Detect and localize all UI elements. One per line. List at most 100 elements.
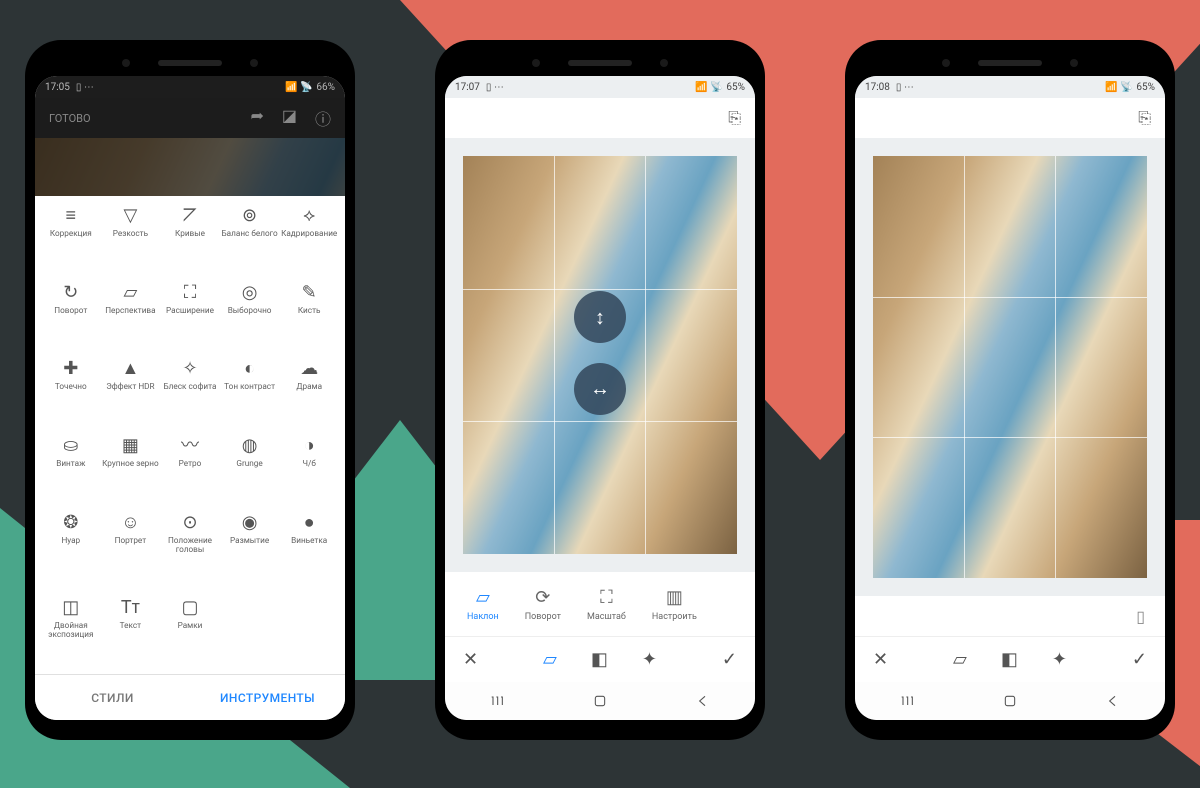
text-icon: Tᴛ xyxy=(121,598,140,618)
tool-blur[interactable]: ◉Размытие xyxy=(220,513,280,589)
perspective-icon[interactable]: ▱ xyxy=(543,649,557,670)
fill-icon[interactable]: ◧ xyxy=(591,649,608,670)
perspective-tab-label: Масштаб xyxy=(587,612,626,622)
brush-icon: ✎ xyxy=(302,283,317,303)
tool-balance[interactable]: ⊚Баланс белого xyxy=(220,206,280,273)
dexp-icon: ◫ xyxy=(62,598,79,618)
perspective-tab-3[interactable]: ▥Настроить xyxy=(652,587,697,622)
crop-grid xyxy=(873,156,1147,578)
phone-perspective-adjust: 17:07 ▯ ⋯ 📶 📡 65% ↕ xyxy=(435,40,765,740)
status-icons-left: ▯ ⋯ xyxy=(76,82,94,93)
tool-crop[interactable]: ⟡Кадрирование xyxy=(279,206,339,273)
perspective-tab-1[interactable]: ⟳Поворот xyxy=(525,587,561,622)
tool-label: Драма xyxy=(296,383,322,392)
battery-text: 66% xyxy=(316,82,335,93)
tool-label: Резкость xyxy=(113,230,148,239)
tab-styles[interactable]: СТИЛИ xyxy=(35,675,190,720)
sliders-icon: ≡ xyxy=(66,206,77,226)
info-icon[interactable]: ⓘ xyxy=(315,106,331,130)
crop-grid xyxy=(463,156,737,554)
tonal-icon: ◐ xyxy=(244,359,255,379)
nav-recents[interactable] xyxy=(489,693,505,709)
tool-glamour[interactable]: ✧Блеск софита xyxy=(160,359,220,426)
nav-back[interactable] xyxy=(1105,693,1121,709)
status-bar: 17:05 ▯ ⋯ 📶 📡 66% xyxy=(35,76,345,98)
drama-icon: ☁ xyxy=(300,359,318,379)
tool-grain[interactable]: ▦Крупное зерно xyxy=(101,436,161,503)
tool-triangle[interactable]: ▽Резкость xyxy=(101,206,161,273)
tools-sheet: ≡ Коррекция ▽Резкость⦢Кривые⊚Баланс белого… xyxy=(35,196,345,720)
frame-icon: ▢ xyxy=(181,598,198,618)
phone-tools-sheet: 17:05 ▯ ⋯ 📶 📡 66% ГОТОВО ➦ ◪ ⓘ xyxy=(25,40,355,740)
image-preview[interactable] xyxy=(855,138,1165,596)
status-icons-right: 📶 📡 xyxy=(695,82,722,93)
tool-bw[interactable]: ◑Ч/б xyxy=(279,436,339,503)
tool-vignette[interactable]: ●Виньетка xyxy=(279,513,339,589)
bookmark-icon[interactable]: ▯ xyxy=(1136,607,1145,626)
fill-icon[interactable]: ◧ xyxy=(1001,649,1018,670)
tool-label: Кисть xyxy=(298,307,321,316)
sheet-tabs: СТИЛИ ИНСТРУМЕНТЫ xyxy=(35,674,345,720)
tool-frame[interactable]: ▢Рамки xyxy=(160,598,220,674)
tool-dexp[interactable]: ◫Двойная экспозиция xyxy=(41,598,101,674)
perspective-tab-0[interactable]: ▱ Наклон xyxy=(467,587,499,622)
nav-back[interactable] xyxy=(695,693,711,709)
perspective-tab-icon: ⟳ xyxy=(535,587,550,608)
tilt-horizontal-handle[interactable]: ↔ xyxy=(574,363,626,415)
nav-home[interactable] xyxy=(592,693,608,709)
cancel-button[interactable]: ✕ xyxy=(873,649,888,670)
compare-icon[interactable] xyxy=(1138,108,1151,128)
tool-vintage[interactable]: ⛀Винтаж xyxy=(41,436,101,503)
perspective-icon[interactable]: ▱ xyxy=(953,649,967,670)
tool-target[interactable]: ◎Выборочно xyxy=(220,283,280,350)
tool-expand[interactable]: ⛶Расширение xyxy=(160,283,220,350)
tool-label: Коррекция xyxy=(50,230,92,239)
tool-label: Точечно xyxy=(55,383,87,392)
confirm-button[interactable]: ✓ xyxy=(1132,649,1147,670)
tool-sliders[interactable]: ≡ Коррекция xyxy=(41,206,101,273)
tool-headpose[interactable]: ⊙Положение головы xyxy=(160,513,220,589)
share-icon[interactable]: ➦ xyxy=(250,106,263,130)
tool-drama[interactable]: ☁ Драма xyxy=(279,359,339,426)
compare-icon[interactable] xyxy=(728,108,741,128)
action-bar: ✕ ▱ ◧ ✦ ✓ xyxy=(445,636,755,682)
tool-text[interactable]: TᴛТекст xyxy=(101,598,161,674)
tool-label: Grunge xyxy=(236,460,262,469)
perspective-tab-2[interactable]: ⛶ Масштаб xyxy=(587,587,626,622)
nav-home[interactable] xyxy=(1002,693,1018,709)
filter-icon[interactable]: ◪ xyxy=(282,106,297,130)
tool-heal[interactable]: ✚Точечно xyxy=(41,359,101,426)
tool-tonal[interactable]: ◐Тон контраст xyxy=(220,359,280,426)
status-time: 17:05 xyxy=(45,82,70,93)
tool-perspective[interactable]: ▱Перспектива xyxy=(101,283,161,350)
tool-brush[interactable]: ✎ Кисть xyxy=(279,283,339,350)
cancel-button[interactable]: ✕ xyxy=(463,649,478,670)
tool-grunge[interactable]: ◍Grunge xyxy=(220,436,280,503)
tool-retro[interactable]: 〰Ретро xyxy=(160,436,220,503)
perspective-tab-label: Наклон xyxy=(467,612,499,622)
battery-text: 65% xyxy=(726,82,745,93)
tool-rotate[interactable]: ↻Поворот xyxy=(41,283,101,350)
tool-portrait[interactable]: ☺Портрет xyxy=(101,513,161,589)
tool-curves[interactable]: ⦢Кривые xyxy=(160,206,220,273)
done-label[interactable]: ГОТОВО xyxy=(49,112,91,125)
android-nav xyxy=(445,682,755,720)
wand-icon[interactable]: ✦ xyxy=(1052,649,1067,670)
tab-tools[interactable]: ИНСТРУМЕНТЫ xyxy=(190,675,345,720)
phone-perspective-result: 17:08 ▯ ⋯ 📶 📡 65% xyxy=(845,40,1175,740)
tool-noir[interactable]: ❂Нуар xyxy=(41,513,101,589)
vintage-icon: ⛀ xyxy=(63,436,78,456)
status-time: 17:08 xyxy=(865,82,890,93)
perspective-tab-icon: ⛶ xyxy=(600,587,613,608)
perspective-icon: ▱ xyxy=(123,283,137,303)
tilt-vertical-handle[interactable]: ↕ xyxy=(574,291,626,343)
wand-icon[interactable]: ✦ xyxy=(642,649,657,670)
blur-icon: ◉ xyxy=(242,513,258,533)
confirm-button[interactable]: ✓ xyxy=(722,649,737,670)
perspective-tab-icon: ▱ xyxy=(476,587,490,608)
status-bar: 17:08 ▯ ⋯ 📶 📡 65% xyxy=(855,76,1165,98)
image-preview[interactable]: ↕ ↔ xyxy=(445,138,755,572)
perspective-tab-label: Настроить xyxy=(652,612,697,622)
nav-recents[interactable] xyxy=(899,693,915,709)
tool-hdr[interactable]: ▲Эффект HDR xyxy=(101,359,161,426)
